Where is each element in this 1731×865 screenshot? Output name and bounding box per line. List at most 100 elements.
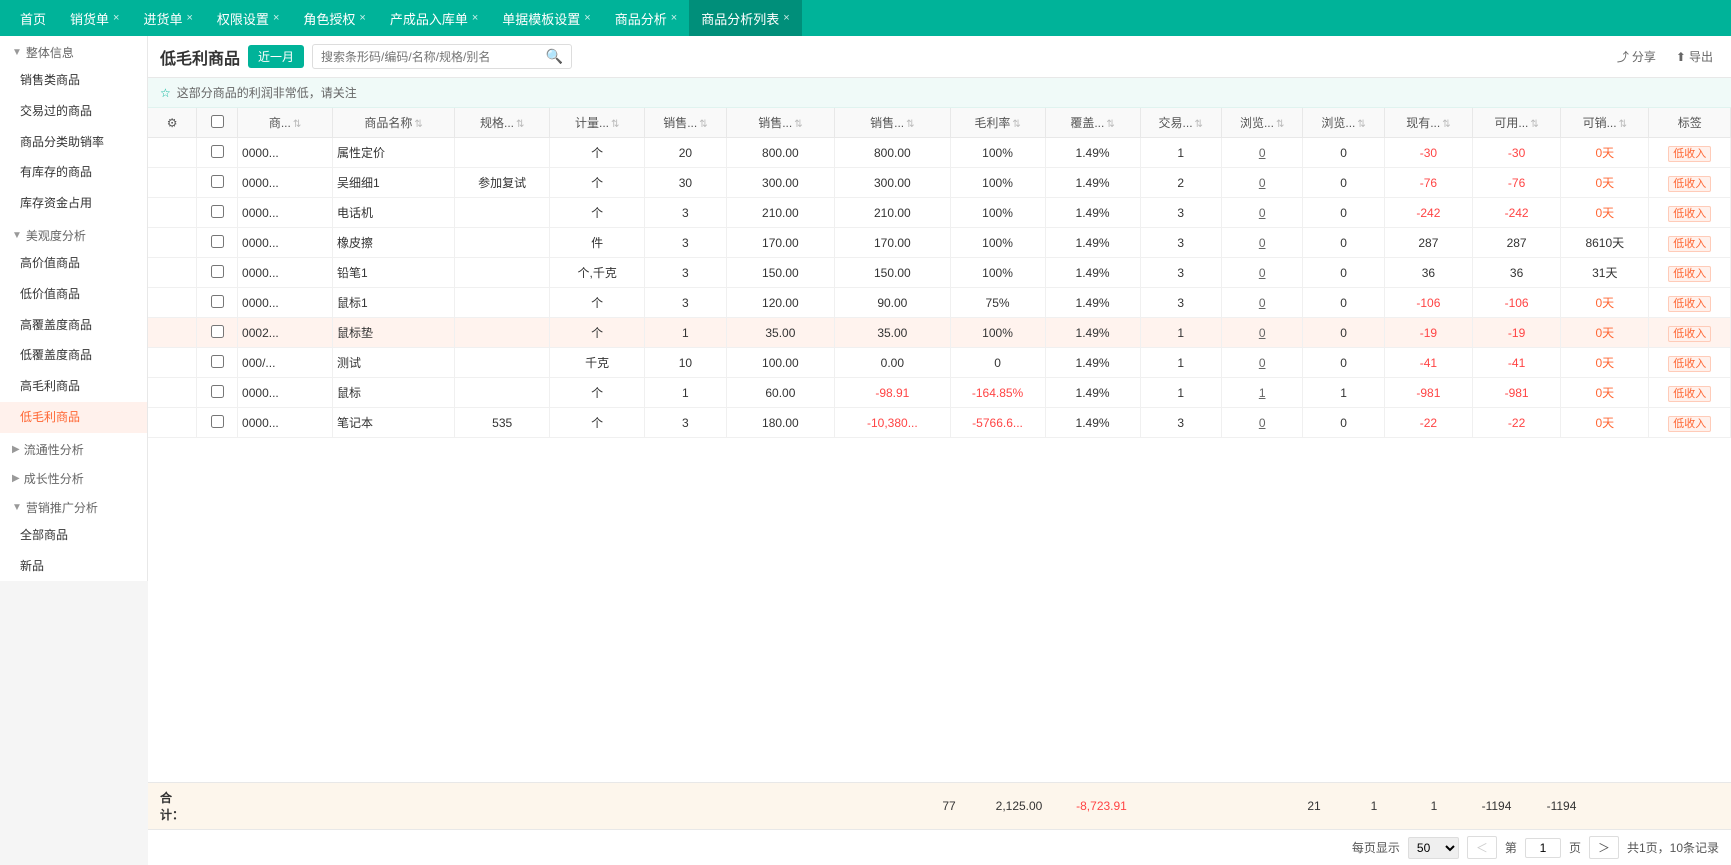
nav-item-sales[interactable]: 销货单 ×: [58, 0, 131, 36]
page-number-input[interactable]: [1525, 838, 1561, 858]
sidebar-item-inventory-goods[interactable]: 有库存的商品: [0, 157, 147, 188]
time-filter-button[interactable]: 近一月: [248, 45, 304, 68]
th-margin-rate[interactable]: 毛利率⇅: [950, 108, 1045, 138]
td-checkbox[interactable]: [197, 378, 238, 408]
th-saleable-days[interactable]: 可销...⇅: [1561, 108, 1649, 138]
th-sale-profit[interactable]: 销售...⇅: [835, 108, 950, 138]
td-browse1-8[interactable]: 1: [1221, 378, 1302, 408]
nav-close-sales[interactable]: ×: [113, 12, 119, 24]
td-browse1-0[interactable]: 0: [1221, 138, 1302, 168]
td-sale-profit-3: 170.00: [835, 228, 950, 258]
sidebar-item-sales-goods[interactable]: 销售类商品: [0, 65, 147, 96]
sidebar-group-marketing[interactable]: ▼ 营销推广分析: [0, 491, 147, 520]
nav-close-purchase[interactable]: ×: [186, 12, 192, 24]
td-browse1-9[interactable]: 0: [1221, 408, 1302, 438]
row-checkbox-8[interactable]: [211, 385, 224, 398]
sidebar-item-category-rate[interactable]: 商品分类助销率: [0, 127, 147, 158]
td-browse1-3[interactable]: 0: [1221, 228, 1302, 258]
td-trade-count-6: 1: [1140, 318, 1221, 348]
td-checkbox[interactable]: [197, 228, 238, 258]
td-checkbox[interactable]: [197, 168, 238, 198]
td-browse1-7[interactable]: 0: [1221, 348, 1302, 378]
sidebar-item-all-goods[interactable]: 全部商品: [0, 520, 147, 551]
sidebar-group-overall[interactable]: ▼ 整体信息: [0, 36, 147, 65]
row-checkbox-1[interactable]: [211, 175, 224, 188]
td-browse1-6[interactable]: 0: [1221, 318, 1302, 348]
th-trade-count[interactable]: 交易...⇅: [1140, 108, 1221, 138]
th-tag[interactable]: 标签: [1649, 108, 1731, 138]
sidebar-item-high-coverage[interactable]: 高覆盖度商品: [0, 310, 147, 341]
sidebar-item-low-coverage[interactable]: 低覆盖度商品: [0, 340, 147, 371]
td-browse1-5[interactable]: 0: [1221, 288, 1302, 318]
th-sale-price[interactable]: 销售...⇅: [726, 108, 835, 138]
th-coverage[interactable]: 覆盖...⇅: [1045, 108, 1140, 138]
row-checkbox-6[interactable]: [211, 325, 224, 338]
nav-close-permissions[interactable]: ×: [273, 12, 279, 24]
th-sale-qty[interactable]: 销售...⇅: [645, 108, 726, 138]
th-unit[interactable]: 计量...⇅: [550, 108, 645, 138]
row-checkbox-2[interactable]: [211, 205, 224, 218]
td-browse1-4[interactable]: 0: [1221, 258, 1302, 288]
search-input[interactable]: [321, 50, 546, 64]
nav-close-analysis[interactable]: ×: [671, 12, 677, 24]
search-icon[interactable]: 🔍: [546, 48, 563, 65]
next-page-button[interactable]: ＞: [1589, 836, 1619, 859]
row-checkbox-5[interactable]: [211, 295, 224, 308]
row-checkbox-3[interactable]: [211, 235, 224, 248]
row-checkbox-0[interactable]: [211, 145, 224, 158]
nav-item-analysis-list[interactable]: 商品分析列表 ×: [689, 0, 801, 36]
nav-close-products[interactable]: ×: [472, 12, 478, 24]
sidebar-item-low-margin[interactable]: 低毛利商品: [0, 402, 147, 433]
sidebar-item-low-value[interactable]: 低价值商品: [0, 279, 147, 310]
sidebar-item-new-goods[interactable]: 新品: [0, 551, 147, 582]
nav-item-templates[interactable]: 单据模板设置 ×: [490, 0, 602, 36]
td-checkbox[interactable]: [197, 258, 238, 288]
td-checkbox[interactable]: [197, 138, 238, 168]
row-checkbox-7[interactable]: [211, 355, 224, 368]
nav-close-templates[interactable]: ×: [584, 12, 590, 24]
row-checkbox-9[interactable]: [211, 415, 224, 428]
td-saleable-days-5: 0天: [1561, 288, 1649, 318]
nav-close-analysis-list[interactable]: ×: [783, 12, 789, 24]
export-button[interactable]: ⬆ 导出: [1670, 45, 1719, 68]
row-checkbox-4[interactable]: [211, 265, 224, 278]
sidebar-item-high-value[interactable]: 高价值商品: [0, 248, 147, 279]
select-all-checkbox[interactable]: [211, 115, 224, 128]
sidebar-item-high-margin[interactable]: 高毛利商品: [0, 371, 147, 402]
page-header: 低毛利商品 近一月 🔍 ⤴ 分享 ⬆ 导出: [148, 36, 1731, 78]
td-checkbox[interactable]: [197, 288, 238, 318]
td-browse2-8: 1: [1303, 378, 1384, 408]
nav-item-permissions[interactable]: 权限设置 ×: [205, 0, 291, 36]
th-settings[interactable]: ⚙: [148, 108, 197, 138]
td-available-stock-0: -30: [1473, 138, 1561, 168]
th-checkbox[interactable]: [197, 108, 238, 138]
sidebar-item-capital[interactable]: 库存资金占用: [0, 188, 147, 219]
td-checkbox[interactable]: [197, 318, 238, 348]
sidebar-group-aesthetic[interactable]: ▼ 美观度分析: [0, 219, 147, 248]
nav-item-analysis[interactable]: 商品分析 ×: [603, 0, 689, 36]
td-checkbox[interactable]: [197, 198, 238, 228]
per-page-select[interactable]: 50 20 100: [1408, 837, 1459, 859]
nav-item-products[interactable]: 产成品入库单 ×: [378, 0, 490, 36]
th-name[interactable]: 商品名称⇅: [333, 108, 455, 138]
td-browse1-2[interactable]: 0: [1221, 198, 1302, 228]
nav-item-roles[interactable]: 角色授权 ×: [291, 0, 377, 36]
sidebar-item-traded-goods[interactable]: 交易过的商品: [0, 96, 147, 127]
sidebar-group-growth[interactable]: ▶ 成长性分析: [0, 462, 147, 491]
th-available-stock[interactable]: 可用...⇅: [1473, 108, 1561, 138]
nav-close-roles[interactable]: ×: [359, 12, 365, 24]
th-spec[interactable]: 规格...⇅: [455, 108, 550, 138]
td-browse1-1[interactable]: 0: [1221, 168, 1302, 198]
th-browse2[interactable]: 浏览...⇅: [1303, 108, 1384, 138]
nav-item-home[interactable]: 首页: [8, 0, 58, 36]
th-current-stock[interactable]: 现有...⇅: [1384, 108, 1472, 138]
table-wrapper[interactable]: ⚙ 商...⇅ 商品名称⇅ 规格...⇅ 计量...⇅ 销售...⇅ 销售...…: [148, 108, 1731, 782]
td-checkbox[interactable]: [197, 348, 238, 378]
sidebar-group-flow[interactable]: ▶ 流通性分析: [0, 433, 147, 462]
th-code[interactable]: 商...⇅: [238, 108, 333, 138]
nav-item-purchase[interactable]: 进货单 ×: [131, 0, 204, 36]
share-button[interactable]: ⤴ 分享: [1611, 45, 1662, 68]
prev-page-button[interactable]: ＜: [1467, 836, 1497, 859]
td-checkbox[interactable]: [197, 408, 238, 438]
th-browse1[interactable]: 浏览...⇅: [1221, 108, 1302, 138]
